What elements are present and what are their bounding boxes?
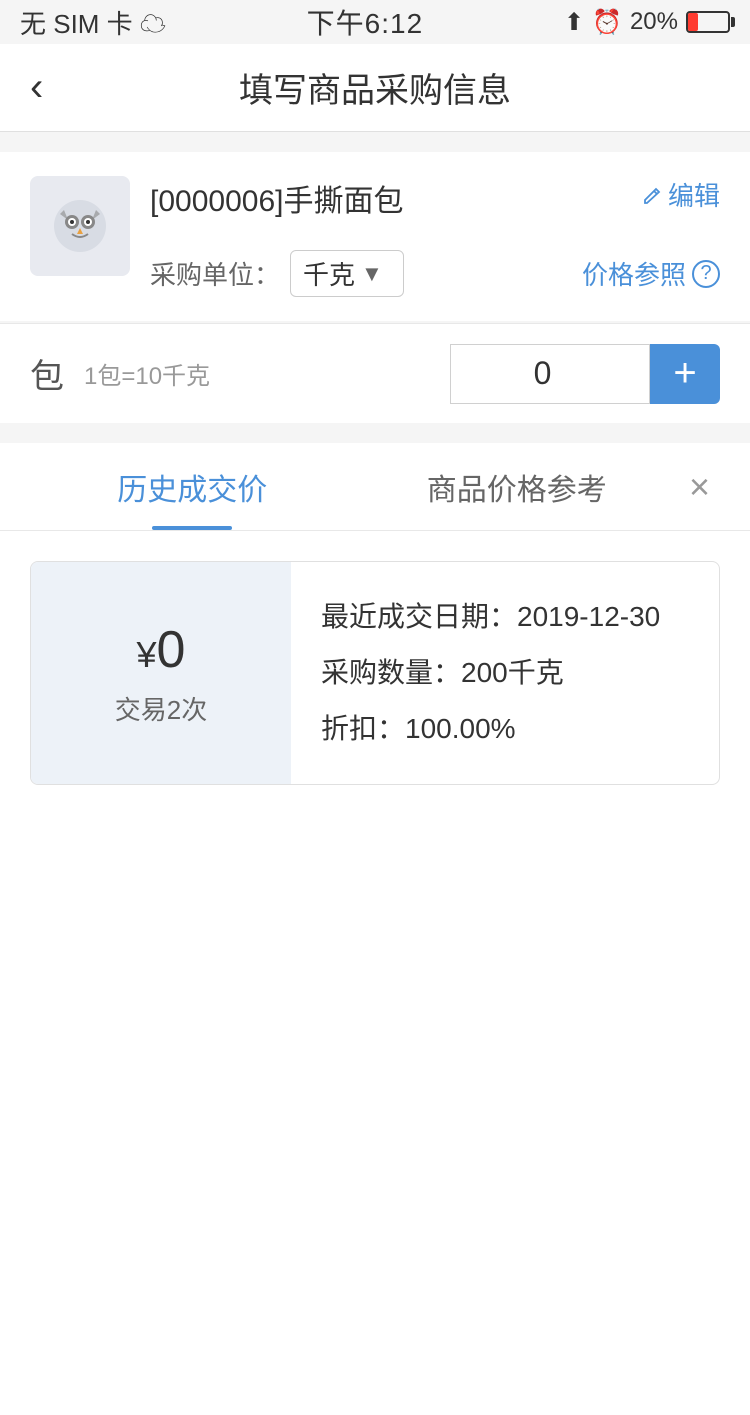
- battery-icon: [686, 11, 730, 33]
- edit-button[interactable]: 编辑: [642, 176, 720, 213]
- battery-fill: [688, 13, 698, 31]
- history-content: ¥0 交易2次 最近成交日期：2019-12-30 采购数量：200千克 折扣：…: [0, 531, 750, 815]
- quantity-detail-value: 200千克: [461, 657, 564, 688]
- quantity-plus-button[interactable]: +: [650, 344, 720, 404]
- tabs-header: 历史成交价 商品价格参考 ×: [0, 443, 750, 531]
- price-ref-info-icon: ?: [692, 260, 720, 288]
- status-left: 无 SIM 卡 ☁: [20, 4, 166, 41]
- quantity-label: 包: [30, 349, 64, 398]
- tab-product-price-ref[interactable]: 商品价格参考: [354, 443, 678, 530]
- product-info: [0000006]手撕面包 编辑 采购单位： 千克 ▼: [150, 176, 720, 297]
- edit-icon: [642, 184, 664, 206]
- tab-history-price-label: 历史成交价: [117, 465, 267, 509]
- alarm-icon: ⏰: [592, 8, 622, 37]
- quantity-section: 包 1包=10千克 +: [0, 323, 750, 423]
- sim-status: 无 SIM 卡 ☁: [20, 4, 166, 41]
- discount-label: 折扣：: [321, 713, 405, 744]
- tab-history-price[interactable]: 历史成交价: [30, 443, 354, 530]
- history-card: ¥0 交易2次 最近成交日期：2019-12-30 采购数量：200千克 折扣：…: [30, 561, 720, 785]
- quantity-input[interactable]: [450, 344, 650, 404]
- product-name: [0000006]手撕面包: [150, 176, 403, 220]
- price-ref-button[interactable]: 价格参照 ?: [582, 255, 720, 292]
- product-thumbnail: [30, 176, 130, 276]
- battery-percent: 20%: [630, 8, 678, 36]
- price-value: 0: [157, 621, 186, 679]
- tab-underline: [152, 526, 232, 530]
- history-date-row: 最近成交日期：2019-12-30: [321, 596, 689, 638]
- status-bar: 无 SIM 卡 ☁ 下午6:12 ⬆ ⏰ 20%: [0, 0, 750, 44]
- currency-symbol: ¥: [137, 634, 157, 675]
- tab-close-button[interactable]: ×: [679, 456, 720, 518]
- product-image-icon: [50, 196, 110, 256]
- quantity-detail-label: 采购数量：: [321, 657, 461, 688]
- tab-product-price-ref-label: 商品价格参考: [427, 465, 607, 509]
- nav-bar: ‹ 填写商品采购信息: [0, 44, 750, 132]
- history-right: 最近成交日期：2019-12-30 采购数量：200千克 折扣：100.00%: [291, 562, 719, 784]
- quantity-row: 包 1包=10千克 +: [0, 323, 750, 423]
- product-top-row: [0000006]手撕面包 编辑: [150, 176, 720, 220]
- date-label: 最近成交日期：: [321, 601, 517, 632]
- unit-label: 采购单位：: [150, 255, 280, 292]
- quantity-input-wrap: +: [450, 344, 720, 404]
- page-title: 填写商品采购信息: [239, 63, 511, 112]
- history-trades: 交易2次: [115, 690, 207, 727]
- history-price: ¥0: [137, 620, 186, 680]
- history-discount-row: 折扣：100.00%: [321, 708, 689, 750]
- discount-value: 100.00%: [405, 713, 516, 744]
- product-card: [0000006]手撕面包 编辑 采购单位： 千克 ▼: [0, 152, 750, 321]
- price-ref-label: 价格参照: [582, 255, 686, 292]
- back-button[interactable]: ‹: [30, 65, 90, 110]
- location-icon: ⬆: [564, 8, 584, 37]
- status-time: 下午6:12: [307, 2, 424, 42]
- dropdown-arrow-icon: ▼: [361, 261, 383, 287]
- history-quantity-row: 采购数量：200千克: [321, 652, 689, 694]
- unit-select[interactable]: 千克 ▼: [290, 250, 404, 297]
- unit-left: 采购单位： 千克 ▼: [150, 250, 404, 297]
- product-header: [0000006]手撕面包 编辑 采购单位： 千克 ▼: [30, 176, 720, 297]
- status-right: ⬆ ⏰ 20%: [564, 8, 730, 37]
- tabs-section: 历史成交价 商品价格参考 × ¥0 交易2次 最近成交日期：2019-12-30…: [0, 443, 750, 815]
- date-value: 2019-12-30: [517, 601, 660, 632]
- unit-row: 采购单位： 千克 ▼ 价格参照 ?: [150, 250, 720, 297]
- unit-value: 千克: [303, 255, 355, 292]
- quantity-sublabel: 1包=10千克: [84, 356, 430, 391]
- history-left: ¥0 交易2次: [31, 562, 291, 784]
- page-body: [0, 815, 750, 1415]
